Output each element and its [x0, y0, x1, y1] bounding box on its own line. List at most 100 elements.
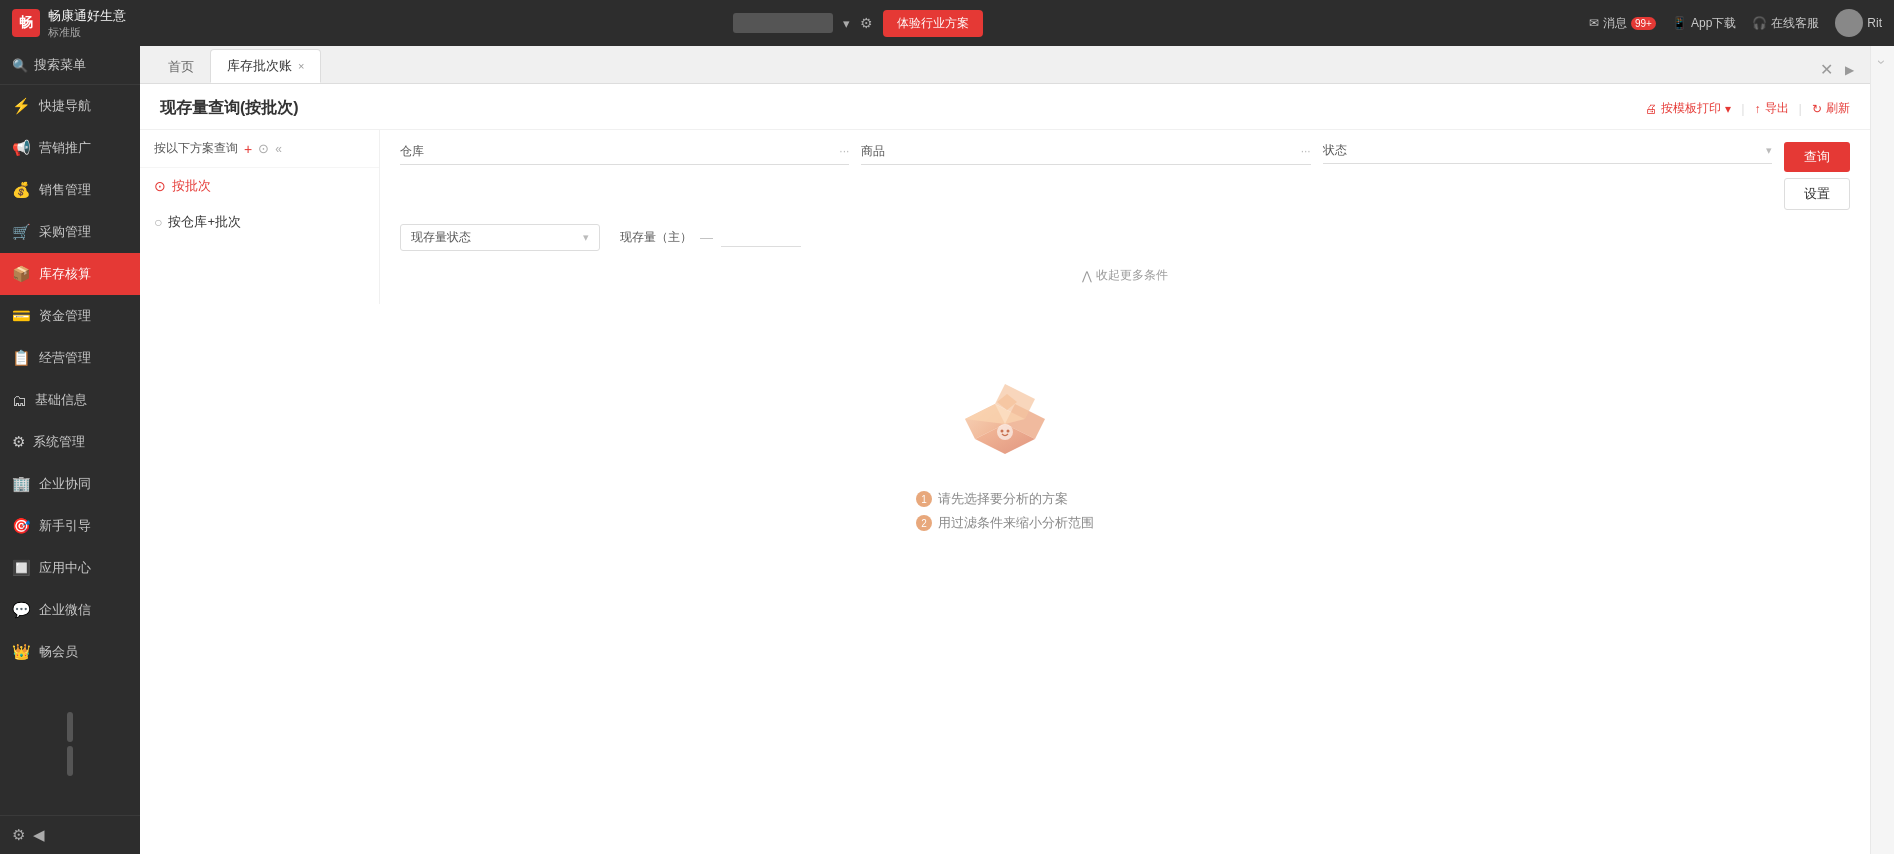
product-more-icon[interactable]: ···	[1301, 144, 1311, 158]
filter-scheme-settings-icon[interactable]: ⊙	[258, 141, 269, 156]
sidebar-settings-icon[interactable]: ⚙	[12, 826, 25, 844]
tab-inventory-batch[interactable]: 库存批次账 ×	[210, 49, 321, 83]
print-icon: 🖨	[1645, 102, 1657, 116]
apps-icon: 🔲	[12, 559, 31, 577]
collapse-label: 收起更多条件	[1096, 267, 1168, 284]
message-badge: 99+	[1631, 17, 1656, 30]
message-icon: ✉	[1589, 16, 1599, 30]
gear-icon[interactable]: ⚙	[860, 15, 873, 31]
sidebar-item-apps[interactable]: 🔲 应用中心	[0, 547, 140, 589]
sidebar-item-label: 库存核算	[39, 265, 91, 283]
scheme-active-icon: ⊙	[154, 178, 166, 194]
sidebar-item-label: 营销推广	[39, 139, 91, 157]
export-btn[interactable]: ↑ 导出	[1755, 100, 1789, 117]
sidebar-item-label: 快捷导航	[39, 97, 91, 115]
operation-icon: 📋	[12, 349, 31, 367]
sidebar-item-member[interactable]: 👑 畅会员	[0, 631, 140, 673]
top-bar: 畅 畅康通好生意 标准版 ▾ ⚙ 体验行业方案 ✉ 消息 99+ 📱 App下载…	[0, 0, 1894, 46]
message-item[interactable]: ✉ 消息 99+	[1589, 15, 1656, 32]
app-title: 畅康通好生意	[48, 7, 126, 25]
quick-nav-icon: ⚡	[12, 97, 31, 115]
top-bar-left: 畅 畅康通好生意 标准版	[12, 7, 126, 40]
phone-icon: 📱	[1672, 16, 1687, 30]
inventory-status-chevron: ▾	[583, 231, 589, 244]
try-industry-button[interactable]: 体验行业方案	[883, 10, 983, 37]
page-header: 现存量查询(按批次) 🖨 按模板打印 ▾ | ↑ 导出 | ↻	[140, 84, 1870, 130]
tab-home[interactable]: 首页	[152, 51, 210, 83]
sidebar-item-operation[interactable]: 📋 经营管理	[0, 337, 140, 379]
sidebar-item-enterprise[interactable]: 🏢 企业协同	[0, 463, 140, 505]
sidebar-item-label: 采购管理	[39, 223, 91, 241]
scheme-item-by-warehouse-batch[interactable]: ○ 按仓库+批次	[140, 204, 379, 240]
sidebar-item-quick-nav[interactable]: ⚡ 快捷导航	[0, 85, 140, 127]
empty-tips: 1 请先选择要分析的方案 2 用过滤条件来缩小分析范围	[916, 490, 1094, 532]
print-label: 按模板打印	[1661, 100, 1721, 117]
sidebar-item-newbie[interactable]: 🎯 新手引导	[0, 505, 140, 547]
avatar	[1835, 9, 1863, 37]
warehouse-input[interactable]	[430, 142, 839, 160]
online-service-label: 在线客服	[1771, 15, 1819, 32]
settings-button[interactable]: 设置	[1784, 178, 1850, 210]
page-content: 现存量查询(按批次) 🖨 按模板打印 ▾ | ↑ 导出 | ↻	[140, 84, 1870, 854]
wechat-icon: 💬	[12, 601, 31, 619]
sidebar-item-basic[interactable]: 🗂 基础信息	[0, 379, 140, 421]
status-field[interactable]: 状态 ▾	[1323, 142, 1772, 164]
app-download-label: App下载	[1691, 15, 1736, 32]
query-button[interactable]: 查询	[1784, 142, 1850, 172]
filter-header-label: 按以下方案查询	[154, 140, 238, 157]
sidebar-collapse-icon[interactable]: ◀	[33, 826, 45, 844]
tab-bar: 首页 库存批次账 × ✕ ▶	[140, 46, 1870, 84]
sidebar-item-label: 资金管理	[39, 307, 91, 325]
sidebar-item-purchase[interactable]: 🛒 采购管理	[0, 211, 140, 253]
sidebar-search[interactable]: 🔍 搜索菜单	[0, 46, 140, 85]
scheme-inactive-icon: ○	[154, 214, 162, 230]
user-item[interactable]: Rit	[1835, 9, 1882, 37]
filter-body: 按以下方案查询 + ⊙ « ⊙ 按批次 ○ 按仓库+批次	[140, 130, 1870, 304]
sidebar-item-label: 经营管理	[39, 349, 91, 367]
tab-right-actions: ✕ ▶	[1812, 56, 1858, 83]
print-dropdown-icon[interactable]: ▾	[1725, 102, 1731, 116]
tab-right-arrow-icon[interactable]: ▶	[1841, 59, 1858, 81]
print-btn[interactable]: 🖨 按模板打印 ▾	[1645, 100, 1731, 117]
product-input[interactable]	[891, 142, 1300, 160]
sidebar-item-finance[interactable]: 💳 资金管理	[0, 295, 140, 337]
filter-header: 按以下方案查询 + ⊙ «	[140, 130, 379, 168]
svg-point-8	[1007, 430, 1010, 433]
filter-add-icon[interactable]: +	[244, 141, 252, 157]
app-download-item[interactable]: 📱 App下载	[1672, 15, 1736, 32]
inventory-status-field[interactable]: 现存量状态 ▾	[400, 224, 600, 251]
marketing-icon: 📢	[12, 139, 31, 157]
qty-min-input[interactable]	[721, 228, 801, 247]
sidebar-item-label: 系统管理	[33, 433, 85, 451]
right-action-strip: ›	[1870, 46, 1894, 854]
breadcrumb-input[interactable]	[733, 13, 833, 33]
message-label: 消息	[1603, 15, 1627, 32]
sidebar-item-sales[interactable]: 💰 销售管理	[0, 169, 140, 211]
sidebar-item-inventory[interactable]: 📦 库存核算	[0, 253, 140, 295]
empty-tip-2: 2 用过滤条件来缩小分析范围	[916, 514, 1094, 532]
status-label: 状态	[1323, 142, 1347, 159]
tab-close-big-icon[interactable]: ✕	[1812, 56, 1841, 83]
tab-close-icon[interactable]: ×	[298, 60, 304, 72]
enterprise-icon: 🏢	[12, 475, 31, 493]
filter-collapse-icon[interactable]: «	[275, 142, 282, 156]
warehouse-more-icon[interactable]: ···	[839, 144, 849, 158]
sidebar-item-system[interactable]: ⚙ 系统管理	[0, 421, 140, 463]
right-strip-arrow[interactable]: ›	[1870, 60, 1894, 65]
scheme-item-by-batch[interactable]: ⊙ 按批次	[140, 168, 379, 204]
collapse-button[interactable]: ⋀ 收起更多条件	[400, 259, 1850, 292]
sidebar-item-marketing[interactable]: 📢 营销推广	[0, 127, 140, 169]
purchase-icon: 🛒	[12, 223, 31, 241]
product-label: 商品	[861, 143, 885, 160]
sidebar-item-label: 畅会员	[39, 643, 78, 661]
empty-state: 1 请先选择要分析的方案 2 用过滤条件来缩小分析范围	[140, 304, 1870, 592]
action-buttons: 查询 设置	[1784, 142, 1850, 210]
top-bar-center: ▾ ⚙ 体验行业方案	[733, 10, 983, 37]
dropdown-arrow-icon[interactable]: ▾	[843, 16, 850, 31]
online-service-item[interactable]: 🎧 在线客服	[1752, 15, 1819, 32]
tip2-num: 2	[916, 515, 932, 531]
tip2-text: 用过滤条件来缩小分析范围	[938, 514, 1094, 532]
sidebar-item-wechat[interactable]: 💬 企业微信	[0, 589, 140, 631]
refresh-btn[interactable]: ↻ 刷新	[1812, 100, 1850, 117]
filter-row2: 现存量状态 ▾ 现存量（主） —	[400, 224, 1850, 251]
